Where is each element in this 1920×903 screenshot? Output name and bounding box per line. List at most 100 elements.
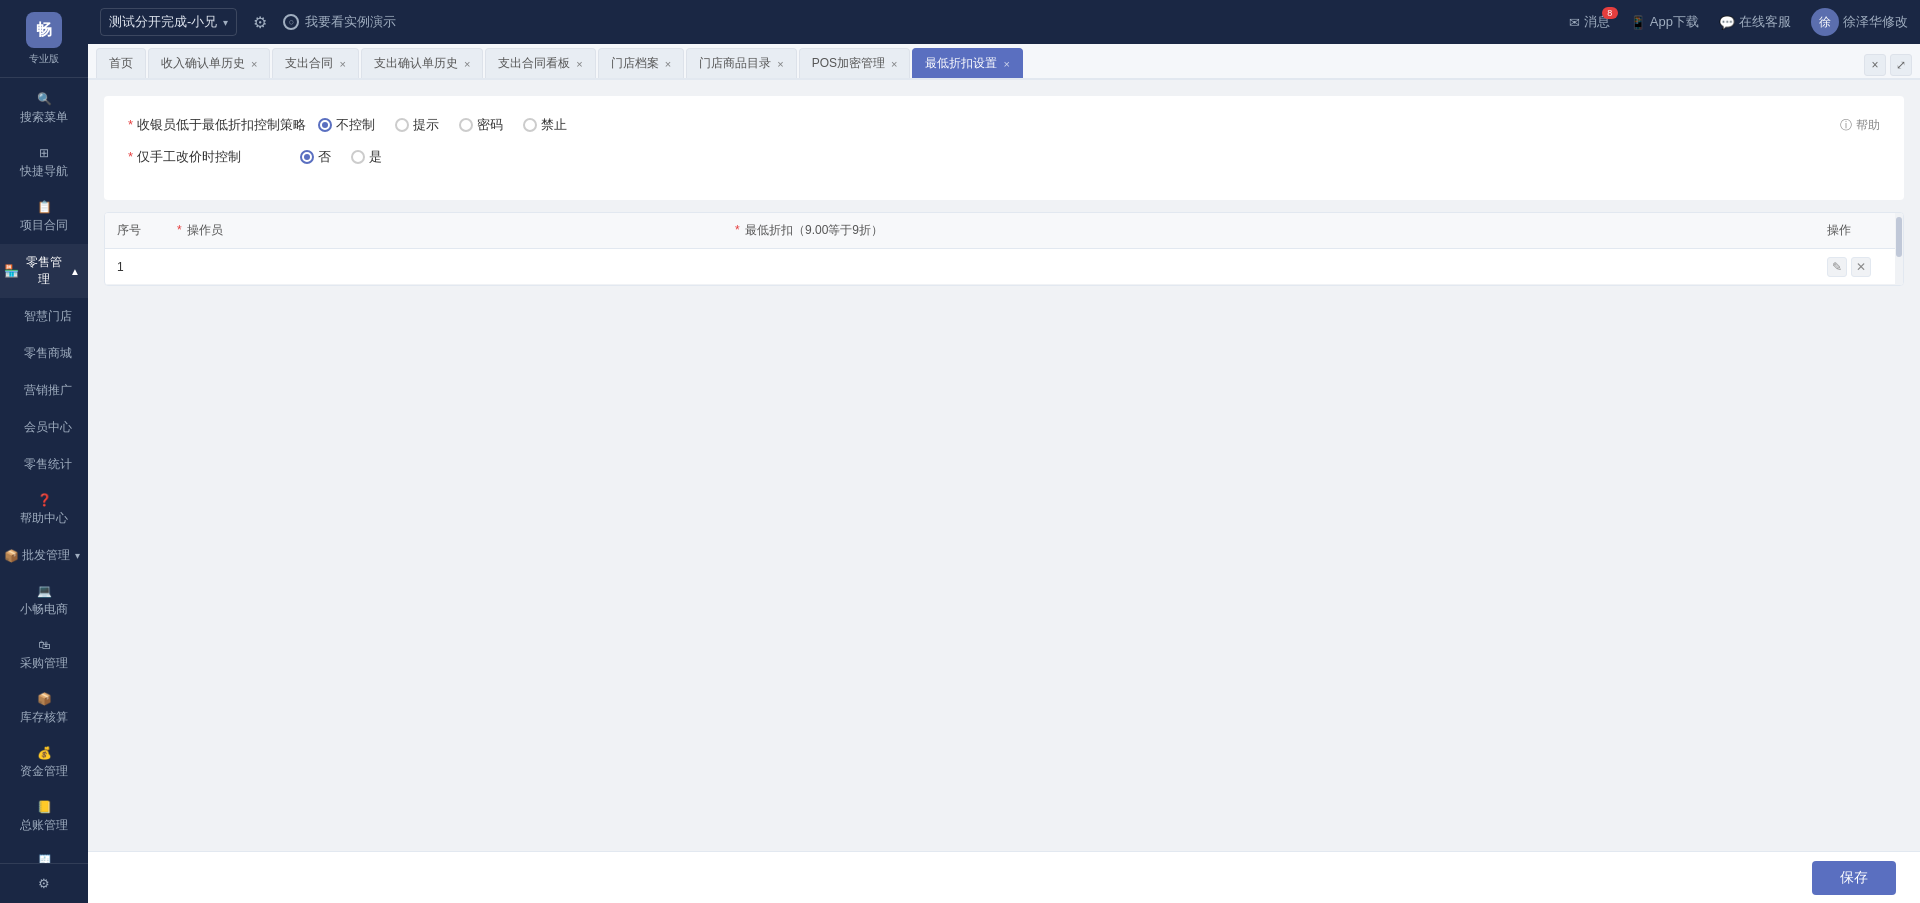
topbar-settings-button[interactable]: ⚙: [253, 13, 267, 32]
table-header: 序号 操作员 最低折扣（9.00等于9折） 操作: [105, 213, 1895, 249]
tab-close-icon[interactable]: ×: [464, 58, 470, 70]
sidebar-item-smart-store[interactable]: 智慧门店: [0, 298, 88, 335]
user-profile-button[interactable]: 徐 徐泽华修改: [1811, 8, 1908, 36]
radio-no-control[interactable]: 不控制: [318, 116, 375, 134]
search-menu-icon: 🔍: [37, 92, 52, 106]
radio-circle: [395, 118, 409, 132]
chevron-down-icon: ▾: [223, 17, 228, 28]
sidebar-item-ecommerce[interactable]: 💻 小畅电商: [0, 574, 88, 628]
tab-pay-contract[interactable]: 支出合同 ×: [272, 48, 358, 78]
sidebar-item-search[interactable]: 🔍 搜索菜单: [0, 82, 88, 136]
tab-label: 支出合同: [285, 55, 333, 72]
sidebar-item-shortcut[interactable]: ⊞ 快捷导航: [0, 136, 88, 190]
radio-password[interactable]: 密码: [459, 116, 503, 134]
project-icon: 📋: [37, 200, 52, 214]
sidebar-item-ledger[interactable]: 📒 总账管理: [0, 790, 88, 844]
inventory-icon: 📦: [37, 692, 52, 706]
tab-close-all-button[interactable]: ×: [1864, 54, 1886, 76]
radio-no[interactable]: 否: [300, 148, 331, 166]
sidebar-item-inventory[interactable]: 📦 库存核算: [0, 682, 88, 736]
discount-control-label: * 收银员低于最低折扣控制策略: [128, 116, 306, 134]
sidebar-item-retail-stat[interactable]: 零售统计: [0, 446, 88, 483]
sidebar-item-label: 采购管理: [20, 655, 68, 672]
radio-forbid[interactable]: 禁止: [523, 116, 567, 134]
sidebar-item-retail[interactable]: 🏪 零售管理 ▲: [0, 244, 88, 298]
help-button[interactable]: ⓘ 帮助: [1840, 117, 1880, 134]
page-content: * 收银员低于最低折扣控制策略 不控制 提示 密码: [88, 80, 1920, 851]
table-scrollbar[interactable]: [1895, 213, 1903, 285]
col-operator: 操作员: [165, 222, 723, 239]
tab-home[interactable]: 首页: [96, 48, 146, 78]
sidebar-item-purchase[interactable]: 🛍 采购管理: [0, 628, 88, 682]
tab-pay-contract-view[interactable]: 支出合同看板 ×: [485, 48, 595, 78]
sidebar-item-label: 批发管理: [22, 547, 70, 564]
radio-circle: [459, 118, 473, 132]
sidebar-item-label: 会员中心: [24, 419, 72, 436]
radio-yes[interactable]: 是: [351, 148, 382, 166]
tab-close-icon[interactable]: ×: [576, 58, 582, 70]
tab-label: 最低折扣设置: [925, 55, 997, 72]
sidebar-item-label: 资金管理: [20, 763, 68, 780]
sidebar-item-finance[interactable]: 💰 资金管理: [0, 736, 88, 790]
sidebar-item-marketing[interactable]: 营销推广: [0, 372, 88, 409]
tab-close-icon[interactable]: ×: [251, 58, 257, 70]
tab-close-icon[interactable]: ×: [1003, 58, 1009, 70]
help-circle-icon: ⓘ: [1840, 117, 1852, 134]
tab-store-archive[interactable]: 门店档案 ×: [598, 48, 684, 78]
tab-close-icon[interactable]: ×: [777, 58, 783, 70]
sidebar-item-member[interactable]: 会员中心: [0, 409, 88, 446]
tab-store-goods[interactable]: 门店商品目录 ×: [686, 48, 796, 78]
message-button[interactable]: ✉ 消息 8: [1569, 13, 1610, 31]
radio-circle: [351, 150, 365, 164]
demo-link[interactable]: ○ 我要看实例演示: [283, 13, 396, 31]
table-main: 序号 操作员 最低折扣（9.00等于9折） 操作 1: [105, 213, 1895, 285]
tab-label: 门店商品目录: [699, 55, 771, 72]
radio-circle: [523, 118, 537, 132]
gear-icon: ⚙: [253, 14, 267, 31]
main-content: 测试分开完成-小兄 ▾ ⚙ ○ 我要看实例演示 ✉ 消息 8 📱 App下载 💬…: [88, 0, 1920, 903]
tab-close-icon[interactable]: ×: [665, 58, 671, 70]
sidebar-item-label: 零售商城: [24, 345, 72, 362]
sidebar-item-invoice[interactable]: 🧾 发票管理: [0, 844, 88, 863]
tab-bar: 首页 收入确认单历史 × 支出合同 × 支出确认单历史 × 支出合同看板 × 门…: [88, 44, 1920, 80]
finance-icon: 💰: [37, 746, 52, 760]
delete-row-button[interactable]: ✕: [1851, 257, 1871, 277]
notification-badge: 8: [1602, 7, 1618, 19]
tab-pos-password[interactable]: POS加密管理 ×: [799, 48, 911, 78]
sidebar-settings-button[interactable]: ⚙: [0, 863, 88, 903]
tab-maximize-button[interactable]: ⤢: [1890, 54, 1912, 76]
edit-row-button[interactable]: ✎: [1827, 257, 1847, 277]
tab-pay-confirm-history[interactable]: 支出确认单历史 ×: [361, 48, 483, 78]
demo-icon: ○: [283, 14, 299, 30]
save-button[interactable]: 保存: [1812, 861, 1896, 895]
sidebar-item-label: 小畅电商: [20, 601, 68, 618]
tab-bar-actions: × ⤢: [1864, 54, 1912, 78]
project-selector[interactable]: 测试分开完成-小兄 ▾: [100, 8, 237, 36]
sidebar-item-project[interactable]: 📋 项目合同: [0, 190, 88, 244]
sidebar-item-label: 库存核算: [20, 709, 68, 726]
download-icon: 📱: [1630, 15, 1646, 30]
tab-close-icon[interactable]: ×: [339, 58, 345, 70]
manual-price-radio-group: 否 是: [300, 148, 382, 166]
sidebar-item-wholesale[interactable]: 📦 批发管理 ▾: [0, 537, 88, 574]
app-download-button[interactable]: 📱 App下载: [1630, 13, 1699, 31]
sidebar-item-label: 零售统计: [24, 456, 72, 473]
sidebar-item-help[interactable]: ❓ 帮助中心: [0, 483, 88, 537]
wholesale-icon: 📦: [4, 549, 19, 563]
cell-seq: 1: [105, 260, 165, 274]
tab-min-discount[interactable]: 最低折扣设置 ×: [912, 48, 1022, 78]
online-service-button[interactable]: 💬 在线客服: [1719, 13, 1791, 31]
tab-label: 支出合同看板: [498, 55, 570, 72]
radio-remind[interactable]: 提示: [395, 116, 439, 134]
tab-close-icon[interactable]: ×: [891, 58, 897, 70]
ecommerce-icon: 💻: [37, 584, 52, 598]
col-discount: 最低折扣（9.00等于9折）: [723, 222, 1815, 239]
tab-label: 收入确认单历史: [161, 55, 245, 72]
shortcut-nav-icon: ⊞: [39, 146, 49, 160]
manual-price-row: * 仅手工改价时控制 否 是: [128, 148, 1880, 166]
sidebar-item-label: 营销推广: [24, 382, 72, 399]
settings-form-card: * 收银员低于最低折扣控制策略 不控制 提示 密码: [104, 96, 1904, 200]
sidebar-item-online-store[interactable]: 零售商城: [0, 335, 88, 372]
required-asterisk: *: [128, 149, 133, 164]
tab-income-confirm-history[interactable]: 收入确认单历史 ×: [148, 48, 270, 78]
